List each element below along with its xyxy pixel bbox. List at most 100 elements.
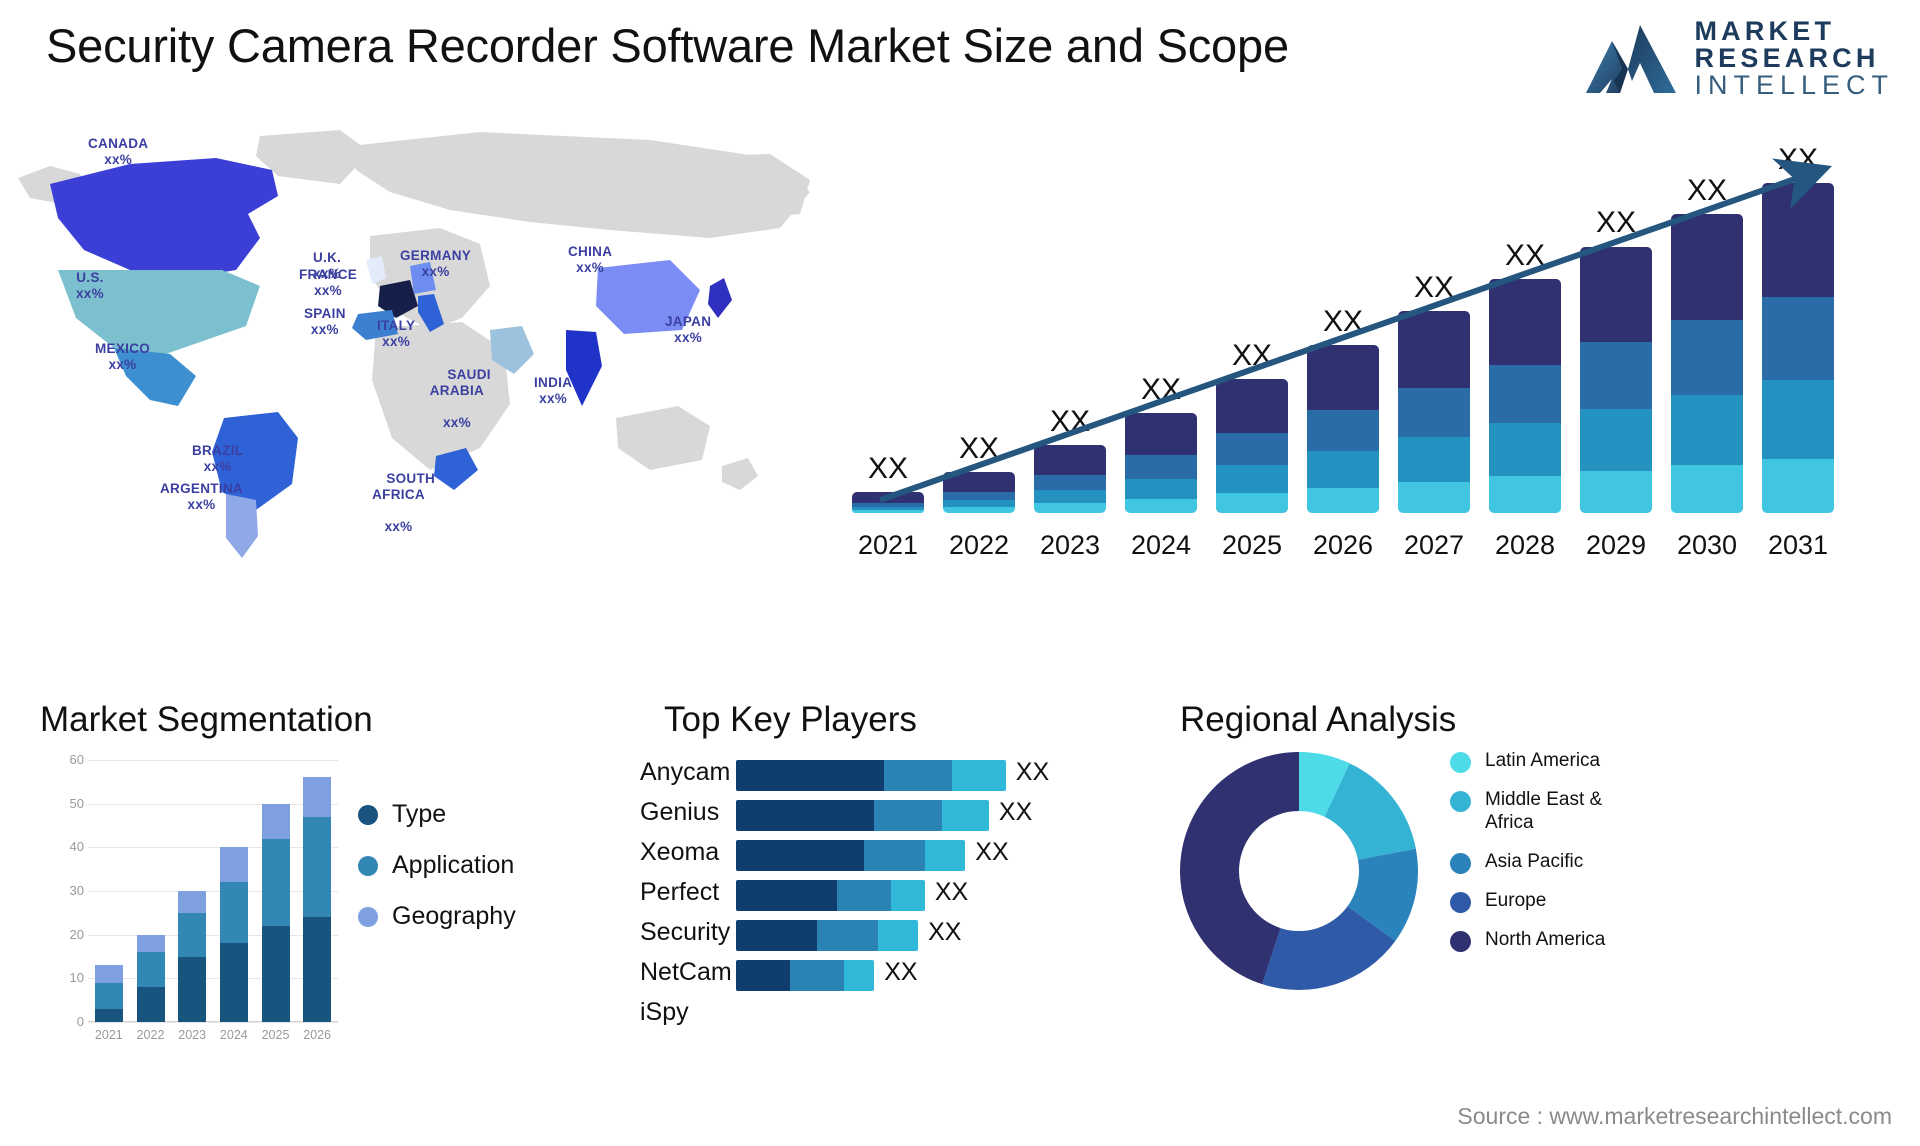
logo-mountain-icon [1586, 24, 1677, 93]
forecast-bar-segment [1489, 278, 1561, 365]
legend-item-type: Type [358, 800, 516, 829]
map-label-value: xx% [382, 333, 411, 349]
forecast-bar-segment [1307, 487, 1379, 513]
forecast-bar-segment [1580, 246, 1652, 343]
forecast-bar-segment [1762, 183, 1834, 298]
player-bar-segment [864, 840, 925, 871]
segmentation-bar-column [136, 934, 165, 1022]
player-bar-segment [837, 880, 892, 911]
page-title: Security Camera Recorder Software Market… [46, 19, 1289, 72]
player-bar [736, 800, 989, 831]
forecast-bars: XX 2021 XX 2022 XX 2023 XX 2024 XX 2025 XX 2026 XX 20… [840, 120, 1910, 575]
segmentation-bar-segment [303, 816, 332, 918]
map-label: SAUDI ARABIA xx% [423, 351, 491, 462]
player-name: iSpy [640, 998, 689, 1026]
regional-legend: Latin America Middle East & Africa Asia Pa… [1450, 750, 1635, 968]
forecast-bar-segment [852, 510, 924, 513]
player-bar [736, 920, 919, 951]
map-label-name: SAUDI ARABIA [429, 366, 491, 398]
gridline [88, 803, 338, 805]
segmentation-bar-segment [219, 847, 248, 883]
segmentation-bar-segment [94, 1008, 123, 1022]
regional-analysis-title: Regional Analysis [1180, 700, 1457, 739]
map-label-value: xx% [310, 321, 339, 337]
player-bar-segment [877, 920, 919, 951]
map-label-value: xx% [539, 390, 568, 406]
player-value-label: XX [1015, 758, 1050, 786]
forecast-bar-segment [1034, 445, 1106, 475]
forecast-bar-segment [1671, 394, 1743, 466]
player-bar-segment [951, 760, 1006, 791]
y-axis-tick-label: 30 [69, 883, 84, 898]
segmentation-bar-column [219, 847, 248, 1022]
map-label-name: ARGENTINA [160, 481, 243, 496]
forecast-value-label: XX [1049, 405, 1091, 439]
legend-dot-icon [1450, 752, 1471, 773]
forecast-bar-segment [1034, 490, 1106, 504]
player-value-label: XX [975, 838, 1009, 866]
forecast-bar-segment [1216, 432, 1288, 466]
forecast-bar-column [1671, 214, 1743, 513]
map-region-japan [708, 278, 732, 318]
segmentation-bar-column [303, 777, 332, 1022]
forecast-year-label: 2030 [1676, 530, 1738, 560]
forecast-bar-segment [1307, 450, 1379, 488]
segmentation-legend: Type Application Geography [358, 800, 516, 953]
map-label: CANADA xx% [88, 136, 148, 168]
map-label-name: ITALY [377, 318, 416, 333]
gridline [88, 1022, 338, 1023]
forecast-bar-segment [1034, 503, 1106, 513]
forecast-bar-segment [1034, 474, 1106, 491]
brand-logo: MARKET RESEARCH INTELLECT [1584, 18, 1894, 99]
player-bar-segment [816, 920, 878, 951]
map-label-name: MEXICO [95, 341, 151, 356]
regional-legend-label: Middle East & Africa [1485, 789, 1603, 833]
forecast-value-label: XX [1686, 174, 1728, 208]
player-bar-segment [736, 960, 790, 991]
forecast-bar-segment [852, 491, 924, 504]
forecast-year-label: 2028 [1494, 530, 1556, 560]
forecast-bar-column [1034, 445, 1106, 513]
segmentation-bar-segment [178, 912, 207, 957]
forecast-year-label: 2029 [1585, 530, 1647, 560]
map-label-name: U.K. [313, 250, 342, 265]
forecast-value-label: XX [1504, 238, 1546, 272]
map-label-name: JAPAN [665, 314, 712, 329]
forecast-bar-segment [1216, 379, 1288, 433]
forecast-bar-segment [1307, 410, 1379, 451]
map-label: SOUTH AFRICA xx% [362, 455, 435, 566]
forecast-bar-segment [943, 507, 1015, 513]
forecast-bar-segment [1489, 364, 1561, 423]
x-axis-tick-label: 2021 [94, 1028, 123, 1042]
map-label: ARGENTINA xx% [160, 481, 243, 513]
player-bar-segment [736, 840, 865, 871]
map-label-value: xx% [104, 151, 133, 167]
map-label: FRANCE xx% [299, 267, 357, 299]
player-bar [736, 760, 1006, 791]
player-value-label: XX [884, 958, 918, 986]
infographic-page: Security Camera Recorder Software Market… [0, 0, 1920, 1146]
forecast-bar-column [1398, 311, 1470, 513]
map-label-name: BRAZIL [192, 443, 244, 458]
segmentation-bar-segment [219, 882, 248, 944]
forecast-bar-segment [1762, 297, 1834, 381]
segmentation-bar-segment [219, 943, 248, 1022]
segmentation-bar-segment [136, 952, 165, 988]
forecast-year-label: 2031 [1767, 530, 1829, 560]
forecast-year-label: 2024 [1130, 530, 1192, 560]
map-label: MEXICO xx% [95, 341, 150, 373]
regional-legend-item: North America [1450, 929, 1635, 952]
player-bar [736, 880, 925, 911]
map-label: GERMANY xx% [400, 248, 471, 280]
player-bar-segment [874, 800, 942, 831]
map-label: ITALY xx% [377, 318, 415, 350]
legend-dot-icon [1450, 930, 1471, 952]
forecast-bar-column [1762, 183, 1834, 513]
forecast-year-label: 2023 [1039, 530, 1101, 560]
segmentation-bar-segment [303, 777, 332, 817]
regional-legend-label: Latin America [1485, 750, 1601, 771]
forecast-bar-segment [1489, 422, 1561, 477]
forecast-bar-segment [943, 500, 1015, 508]
player-bar-segment [736, 760, 885, 791]
segmentation-bar-segment [261, 838, 290, 926]
